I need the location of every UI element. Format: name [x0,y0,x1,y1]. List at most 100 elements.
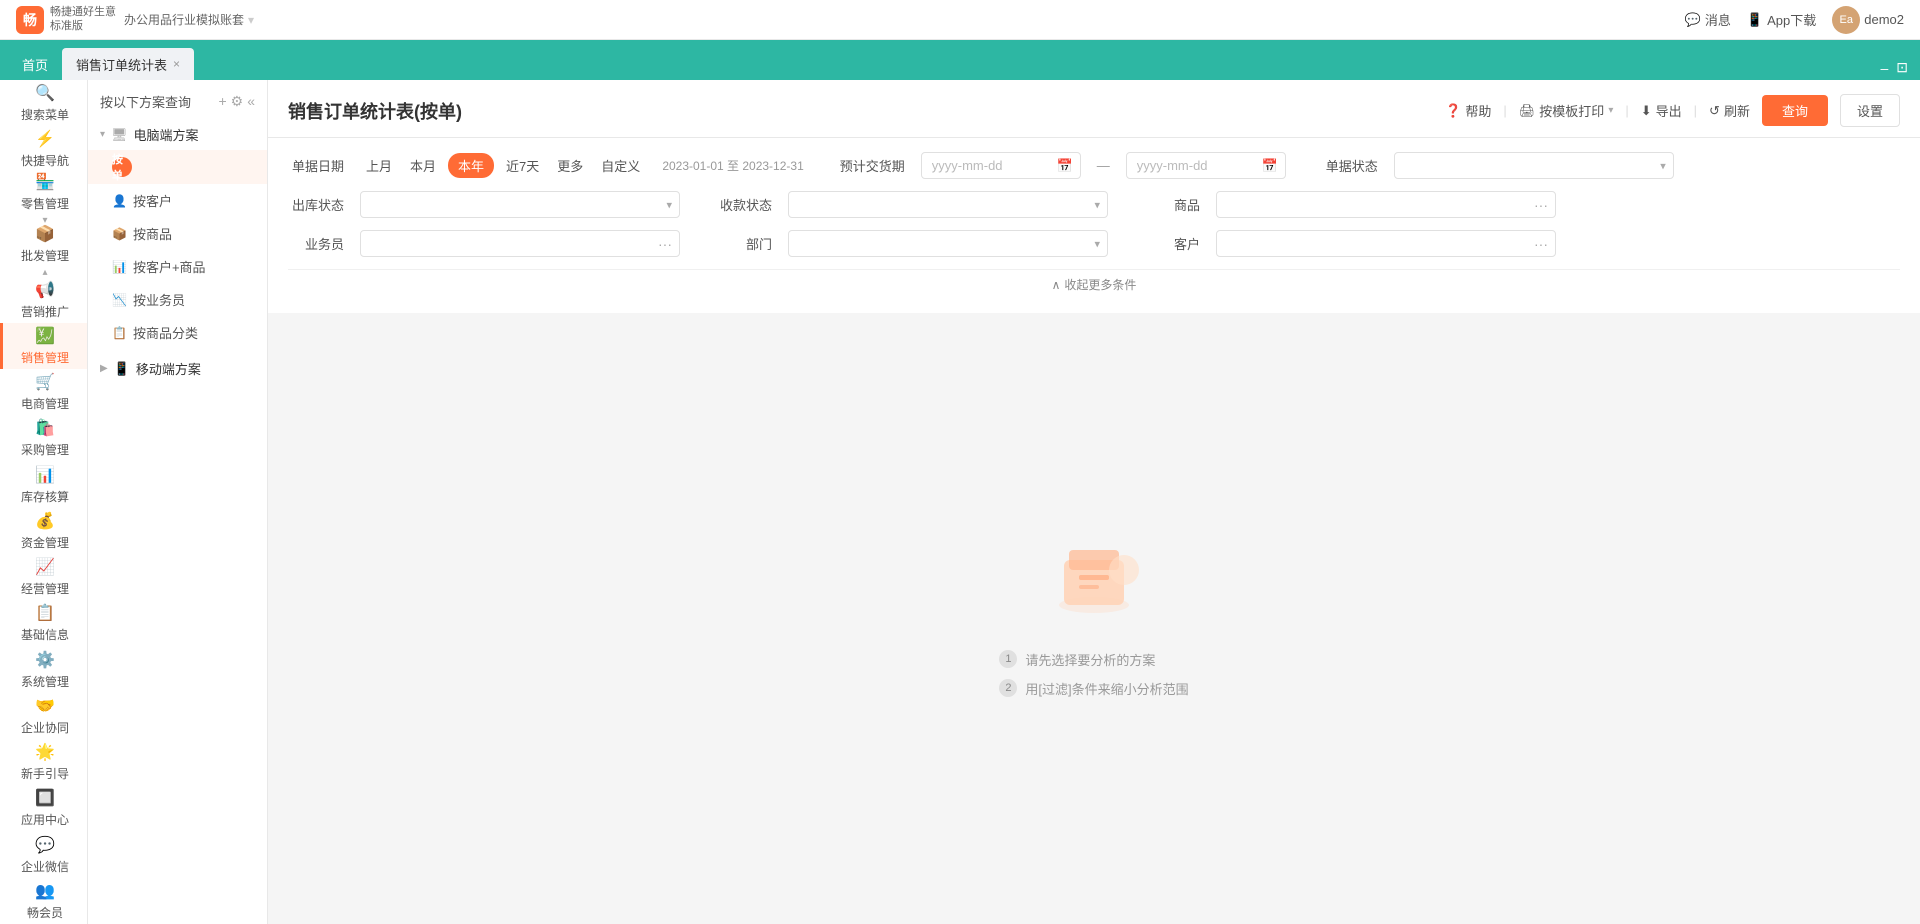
tab-close-icon[interactable]: × [173,57,180,71]
avatar: Ea [1832,6,1860,34]
user-menu[interactable]: Ea demo2 [1832,6,1904,34]
sidebar-item-newbie[interactable]: 🌟 新手引导 [0,739,87,785]
download-icon: 📱 [1747,12,1763,28]
plan-item-by-customer-product[interactable]: 📊 按客户+商品 [88,250,267,283]
customer-input[interactable] [1216,230,1556,257]
status-select[interactable] [1394,152,1674,179]
print-icon: 🖨 [1519,103,1536,119]
export-button[interactable]: ⬇ 导出 [1641,101,1682,120]
sidebar-item-purchase[interactable]: 🛍️ 采购管理 [0,415,87,461]
empty-hints: 1 请先选择要分析的方案 2 用[过滤]条件来缩小分析范围 [999,650,1188,708]
tab-restore-icon[interactable]: ⊡ [1896,59,1908,76]
system-icon: ⚙️ [35,650,55,670]
refresh-button[interactable]: ↺ 刷新 [1709,101,1750,120]
date-more[interactable]: 更多 [551,153,589,178]
sidebar-item-retail[interactable]: 🏪 零售管理 ▾ [0,173,87,225]
tab-minimize-icon[interactable]: – [1880,60,1888,76]
shortcut-icon: ⚡ [35,129,55,149]
plan-item-by-customer[interactable]: 👤 按客户 [88,184,267,217]
left-panel: 按以下方案查询 + ⚙ « ▾ 🖥 电脑端方案 按单 [88,80,268,924]
collapse-panel-button[interactable]: « [247,93,255,110]
sidebar-item-cooperation[interactable]: 🤝 企业协同 [0,693,87,739]
date-separator: — [1097,158,1110,173]
plan-item-by-category[interactable]: 📋 按商品分类 [88,316,267,349]
sidebar-item-operation[interactable]: 📈 经营管理 [0,554,87,600]
product-input[interactable] [1216,191,1556,218]
mobile-plans-header[interactable]: ▶ 📱 移动端方案 [88,353,267,384]
add-plan-button[interactable]: + [218,93,226,110]
collapse-label: 收起更多条件 [1064,276,1136,293]
by-customer-product-icon: 📊 [112,260,127,274]
date-shortcuts: 上月 本月 本年 近7天 更多 自定义 [360,153,646,178]
newbie-icon: 🌟 [35,742,55,762]
salesperson-more-icon[interactable]: ··· [658,236,672,252]
top-bar-right: 💬 消息 📱 App下载 Ea demo2 [1685,6,1904,34]
print-arrow-icon: ▾ [1608,105,1613,116]
sidebar-item-search[interactable]: 🔍 搜索菜单 [0,80,87,126]
customer-more-icon[interactable]: ··· [1534,236,1548,252]
sidebar-item-finance[interactable]: 💰 资金管理 [0,508,87,554]
date-this-month[interactable]: 本月 [404,153,442,178]
out-status-select[interactable] [360,191,680,218]
tab-sales-order[interactable]: 销售订单统计表 × [62,48,194,80]
message-button[interactable]: 💬 消息 [1685,10,1731,29]
mobile-plans-group: ▶ 📱 移动端方案 [88,353,267,384]
salesperson-label: 业务员 [288,234,344,253]
sidebar-item-shortcut[interactable]: ⚡ 快捷导航 [0,126,87,172]
filter-area: 单据日期 上月 本月 本年 近7天 更多 自定义 2023-01-01 至 20… [268,138,1920,313]
pc-plans-header[interactable]: ▾ 🖥 电脑端方案 [88,119,267,150]
left-panel-actions: + ⚙ « [218,93,255,110]
breadcrumb: 办公用品行业模拟账套 ▾ [124,11,254,28]
plan-item-by-order[interactable]: 按单 [88,150,267,184]
collapse-button[interactable]: ∧ 收起更多条件 [1052,276,1137,293]
receive-status-select[interactable] [788,191,1108,218]
expected-date-from: 📅 [921,152,1081,179]
sidebar-item-member[interactable]: 👥 畅会员 [0,878,87,924]
date-this-year[interactable]: 本年 [448,153,494,178]
receive-status-label: 收款状态 [716,195,772,214]
logo-icon: 畅 [16,6,44,34]
date-custom[interactable]: 自定义 [595,153,646,178]
top-bar: 畅 畅捷通好生意 标准版 办公用品行业模拟账套 ▾ 💬 消息 📱 App下载 E… [0,0,1920,40]
main-layout: 🔍 搜索菜单 ⚡ 快捷导航 🏪 零售管理 ▾ 📦 批发管理 ▴ 📢 营销推广 💹… [0,80,1920,924]
sidebar-item-ecommerce[interactable]: 🛒 电商管理 [0,369,87,415]
receive-status-select-wrap: ▾ [788,191,1108,218]
status-select-wrap: ▾ [1394,152,1674,179]
mobile-icon: 📱 [114,361,130,377]
product-input-wrap: ··· [1216,191,1556,218]
date-last-7[interactable]: 近7天 [500,153,545,178]
purchase-icon: 🛍️ [35,418,55,438]
template-print-button[interactable]: 🖨 按模板打印 ▾ [1519,101,1614,120]
query-button[interactable]: 查询 [1762,95,1828,126]
collapse-bar[interactable]: ∧ 收起更多条件 [288,269,1900,299]
operation-icon: 📈 [35,557,55,577]
help-button[interactable]: ❓ 帮助 [1445,101,1491,120]
hint-text-1: 请先选择要分析的方案 [1025,650,1155,669]
reset-button[interactable]: 设置 [1840,94,1900,127]
by-customer-icon: 👤 [112,194,127,208]
sidebar-item-basic[interactable]: 📋 基础信息 [0,600,87,646]
calendar-to-icon: 📅 [1262,158,1278,174]
date-last-month[interactable]: 上月 [360,153,398,178]
settings-plan-button[interactable]: ⚙ [231,93,244,110]
plan-item-by-salesperson[interactable]: 📉 按业务员 [88,283,267,316]
tab-home[interactable]: 首页 [8,48,62,80]
sidebar-item-marketing[interactable]: 📢 营销推广 [0,277,87,323]
app-download-button[interactable]: 📱 App下载 [1747,10,1816,29]
calendar-from-icon: 📅 [1057,158,1073,174]
pc-plans-label: 电脑端方案 [134,125,199,144]
left-panel-title: 按以下方案查询 [100,92,191,111]
sidebar-item-system[interactable]: ⚙️ 系统管理 [0,647,87,693]
sidebar-item-sales[interactable]: 💹 销售管理 [0,323,87,369]
plan-item-by-product[interactable]: 📦 按商品 [88,217,267,250]
salesperson-input[interactable] [360,230,680,257]
cooperation-icon: 🤝 [35,696,55,716]
sidebar-item-wholesale[interactable]: 📦 批发管理 ▴ [0,225,87,277]
sidebar-item-appcenter[interactable]: 🔲 应用中心 [0,785,87,831]
sidebar-item-inventory[interactable]: 📊 库存核算 [0,462,87,508]
hint-num-2: 2 [999,679,1017,697]
dept-select[interactable] [788,230,1108,257]
product-more-icon[interactable]: ··· [1534,197,1548,213]
help-icon: ❓ [1445,103,1461,119]
sidebar-item-wechat[interactable]: 💬 企业微信 [0,832,87,878]
